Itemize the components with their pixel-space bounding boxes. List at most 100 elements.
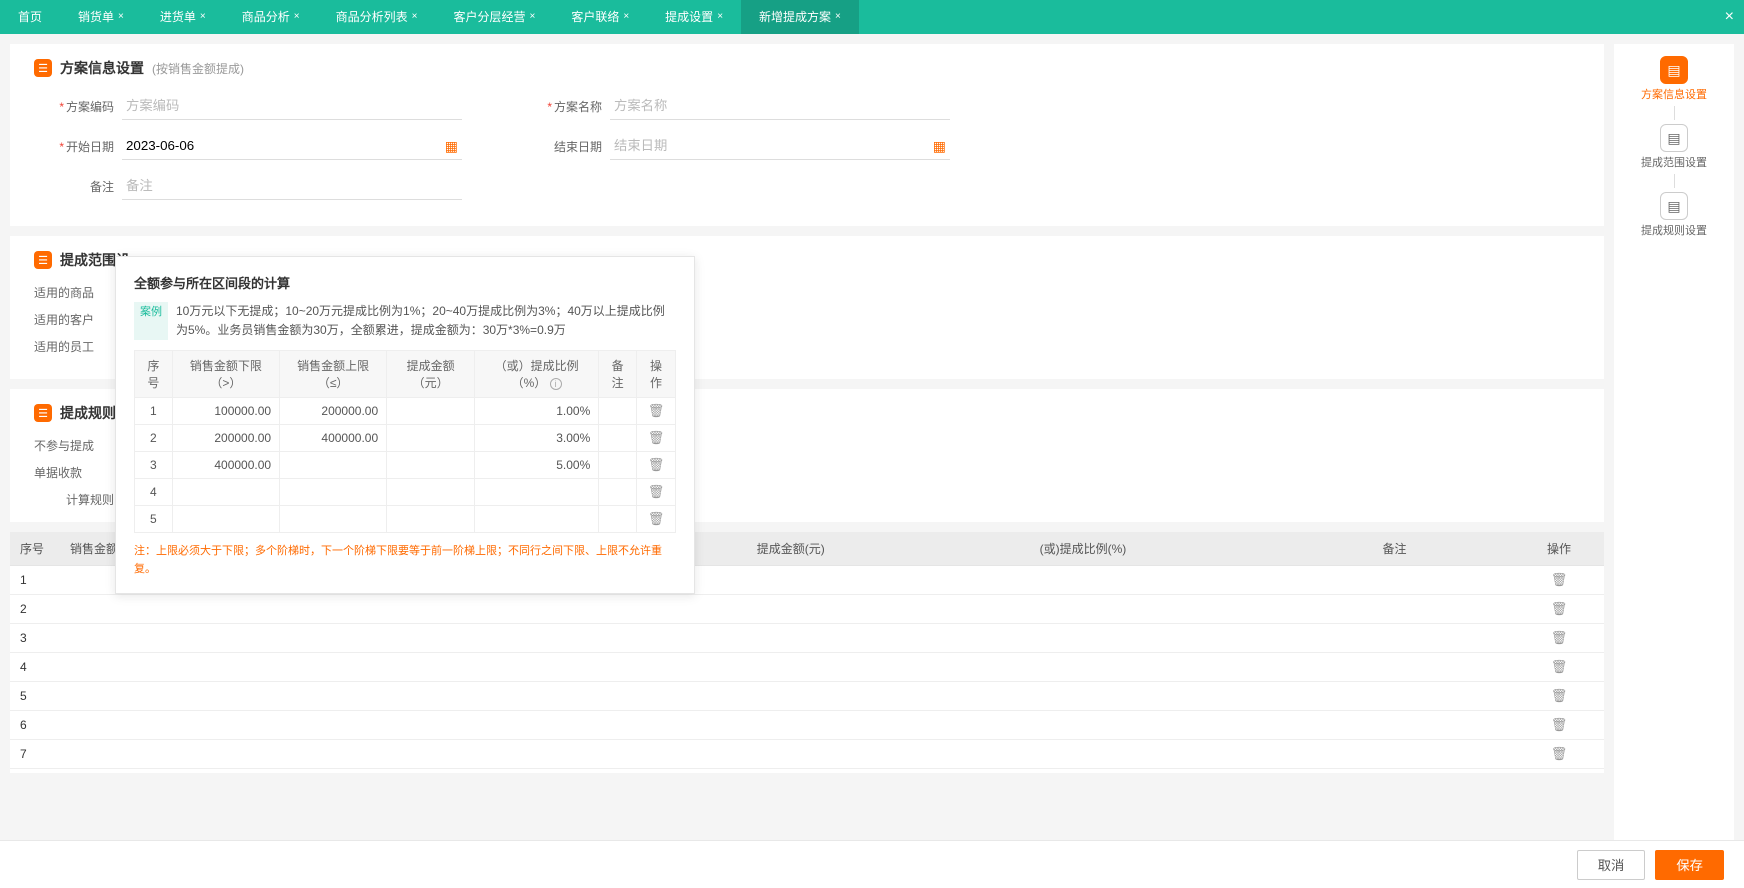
tabs-close-all-icon[interactable]: × (1725, 0, 1734, 34)
close-icon[interactable]: × (200, 0, 206, 34)
trash-icon[interactable]: 🗑 (1551, 688, 1568, 703)
cell-amt[interactable] (747, 711, 1030, 740)
anchor-plan-info[interactable]: ▤ 方案信息设置 (1641, 56, 1707, 102)
calendar-icon[interactable]: ▦ (445, 138, 458, 155)
cell-pct[interactable] (1030, 595, 1373, 624)
info-icon[interactable]: i (550, 378, 562, 390)
trash-icon[interactable]: 🗑 (648, 484, 665, 499)
trash-icon[interactable]: 🗑 (1551, 659, 1568, 674)
tab-item-2[interactable]: 商品分析× (224, 0, 318, 34)
cell-remark[interactable] (1372, 740, 1514, 769)
tab-item-3[interactable]: 商品分析列表× (318, 0, 436, 34)
tab-item-0[interactable]: 销货单× (60, 0, 142, 34)
cell-low[interactable] (60, 624, 404, 653)
input-remark[interactable] (122, 172, 462, 200)
anchor-scope[interactable]: ▤ 提成范围设置 (1641, 124, 1707, 170)
close-icon[interactable]: × (294, 0, 300, 34)
calendar-icon[interactable]: ▦ (933, 138, 946, 155)
cell-low[interactable]: 400000.00 (172, 452, 279, 479)
cell-low[interactable] (172, 479, 279, 506)
cell-high[interactable] (404, 624, 747, 653)
close-icon[interactable]: × (118, 0, 124, 34)
cell-amt[interactable] (747, 566, 1030, 595)
cell-remark[interactable] (1372, 653, 1514, 682)
close-icon[interactable]: × (623, 0, 629, 34)
cell-remark[interactable] (599, 398, 637, 425)
trash-icon[interactable]: 🗑 (648, 511, 665, 526)
trash-icon[interactable]: 🗑 (1551, 572, 1568, 587)
cell-pct[interactable] (475, 479, 599, 506)
cell-amt[interactable] (387, 452, 475, 479)
tab-item-4[interactable]: 客户分层经营× (435, 0, 553, 34)
cell-remark[interactable] (599, 506, 637, 533)
trash-icon[interactable]: 🗑 (648, 457, 665, 472)
cell-low[interactable] (172, 506, 279, 533)
cell-remark[interactable] (1372, 682, 1514, 711)
cell-amt[interactable] (747, 624, 1030, 653)
tab-item-5[interactable]: 客户联络× (553, 0, 647, 34)
cell-high[interactable]: 200000.00 (280, 398, 387, 425)
cell-pct[interactable] (1030, 653, 1373, 682)
trash-icon[interactable]: 🗑 (648, 430, 665, 445)
cell-pct[interactable]: 1.00% (475, 398, 599, 425)
cell-low[interactable] (60, 740, 404, 769)
cell-amt[interactable] (387, 506, 475, 533)
cell-remark[interactable] (1372, 624, 1514, 653)
cell-high[interactable] (404, 682, 747, 711)
cell-pct[interactable]: 3.00% (475, 425, 599, 452)
cell-high[interactable] (280, 479, 387, 506)
cell-pct[interactable] (475, 506, 599, 533)
cell-amt[interactable] (387, 398, 475, 425)
cell-remark[interactable] (1372, 595, 1514, 624)
cell-low[interactable] (60, 653, 404, 682)
cell-high[interactable] (280, 452, 387, 479)
save-button[interactable]: 保存 (1655, 850, 1724, 880)
cell-low[interactable] (60, 682, 404, 711)
cell-high[interactable] (404, 595, 747, 624)
cell-remark[interactable] (599, 479, 637, 506)
close-icon[interactable]: × (835, 0, 841, 34)
cell-amt[interactable] (747, 653, 1030, 682)
cell-low[interactable] (60, 595, 404, 624)
anchor-rules[interactable]: ▤ 提成规则设置 (1641, 192, 1707, 238)
trash-icon[interactable]: 🗑 (648, 403, 665, 418)
cell-high[interactable] (404, 653, 747, 682)
cell-low[interactable]: 100000.00 (172, 398, 279, 425)
trash-icon[interactable]: 🗑 (1551, 630, 1568, 645)
cell-high[interactable]: 400000.00 (280, 425, 387, 452)
input-start-date[interactable] (122, 132, 462, 160)
cell-amt[interactable] (747, 595, 1030, 624)
input-plan-name[interactable] (610, 92, 950, 120)
input-end-date[interactable] (610, 132, 950, 160)
close-icon[interactable]: × (412, 0, 418, 34)
cell-remark[interactable] (599, 425, 637, 452)
cell-remark[interactable] (1372, 566, 1514, 595)
trash-icon[interactable]: 🗑 (1551, 746, 1568, 761)
cell-amt[interactable] (747, 740, 1030, 769)
cell-pct[interactable] (1030, 711, 1373, 740)
cell-pct[interactable]: 5.00% (475, 452, 599, 479)
input-plan-code[interactable] (122, 92, 462, 120)
close-icon[interactable]: × (529, 0, 535, 34)
tab-item-1[interactable]: 进货单× (142, 0, 224, 34)
cell-pct[interactable] (1030, 624, 1373, 653)
cell-low[interactable] (60, 711, 404, 740)
cell-low[interactable]: 200000.00 (172, 425, 279, 452)
cell-high[interactable] (280, 506, 387, 533)
cell-amt[interactable] (387, 425, 475, 452)
trash-icon[interactable]: 🗑 (1551, 717, 1568, 732)
cell-pct[interactable] (1030, 740, 1373, 769)
tab-home[interactable]: 首页 (0, 0, 60, 34)
tab-item-6[interactable]: 提成设置× (647, 0, 741, 34)
tab-item-7[interactable]: 新增提成方案× (741, 0, 859, 34)
cell-pct[interactable] (1030, 682, 1373, 711)
close-icon[interactable]: × (717, 0, 723, 34)
cell-high[interactable] (404, 711, 747, 740)
cell-remark[interactable] (599, 452, 637, 479)
cell-amt[interactable] (747, 682, 1030, 711)
cell-high[interactable] (404, 740, 747, 769)
cell-pct[interactable] (1030, 566, 1373, 595)
trash-icon[interactable]: 🗑 (1551, 601, 1568, 616)
cancel-button[interactable]: 取消 (1577, 850, 1646, 880)
cell-remark[interactable] (1372, 711, 1514, 740)
